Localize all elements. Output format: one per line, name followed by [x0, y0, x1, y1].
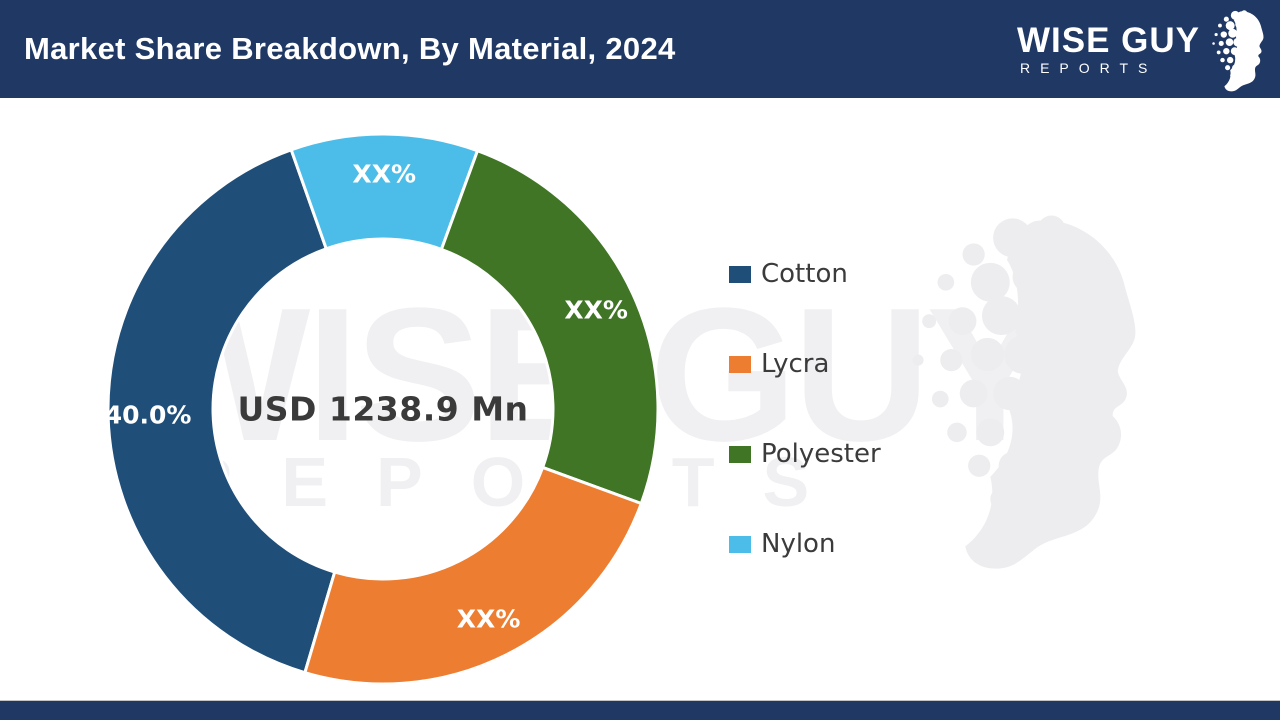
page-title: Market Share Breakdown, By Material, 202…: [24, 31, 676, 66]
legend-label: Cotton: [761, 259, 848, 289]
segment-label-lycra: XX%: [457, 604, 521, 633]
chart-area: WISE GUY REPORTS 40.0% XX% XX% XX% USD 1238.9 …: [0, 98, 1280, 700]
legend-swatch-nylon: [729, 535, 751, 553]
legend-item-polyester: Polyester: [729, 438, 881, 470]
face-profile-dots-icon: [1212, 9, 1264, 91]
legend-swatch-cotton: [729, 265, 751, 283]
segment-label-polyester: XX%: [564, 296, 628, 325]
legend-label: Lycra: [761, 349, 830, 379]
footer-bar: [0, 700, 1280, 720]
legend-item-nylon: Nylon: [729, 528, 881, 560]
header-bar: Market Share Breakdown, By Material, 202…: [0, 0, 1280, 98]
legend-swatch-lycra: [729, 355, 751, 373]
infographic-page: Market Share Breakdown, By Material, 202…: [0, 0, 1280, 720]
segment-label-cotton: 40.0%: [105, 401, 192, 430]
logo-wordmark: WISE GUY: [1016, 21, 1200, 60]
legend-label: Nylon: [761, 529, 836, 559]
wise-guy-logo: WISE GUY REPORTS: [1017, 7, 1266, 92]
legend-label: Polyester: [761, 439, 881, 469]
donut-chart: WISE GUYREPORTS40.0%XX%XX%XX%USD 1238.9 …: [105, 132, 1136, 686]
legend-item-cotton: Cotton: [729, 258, 881, 290]
legend-swatch-polyester: [729, 445, 751, 463]
chart-legend: Cotton Lycra Polyester Nylon: [729, 258, 881, 560]
logo-subtitle: REPORTS: [1019, 60, 1158, 76]
donut-center-value: USD 1238.9 Mn: [237, 390, 528, 429]
logo-text: WISE GUY REPORTS: [1017, 23, 1200, 75]
segment-label-nylon: XX%: [352, 160, 416, 189]
legend-item-lycra: Lycra: [729, 348, 881, 380]
